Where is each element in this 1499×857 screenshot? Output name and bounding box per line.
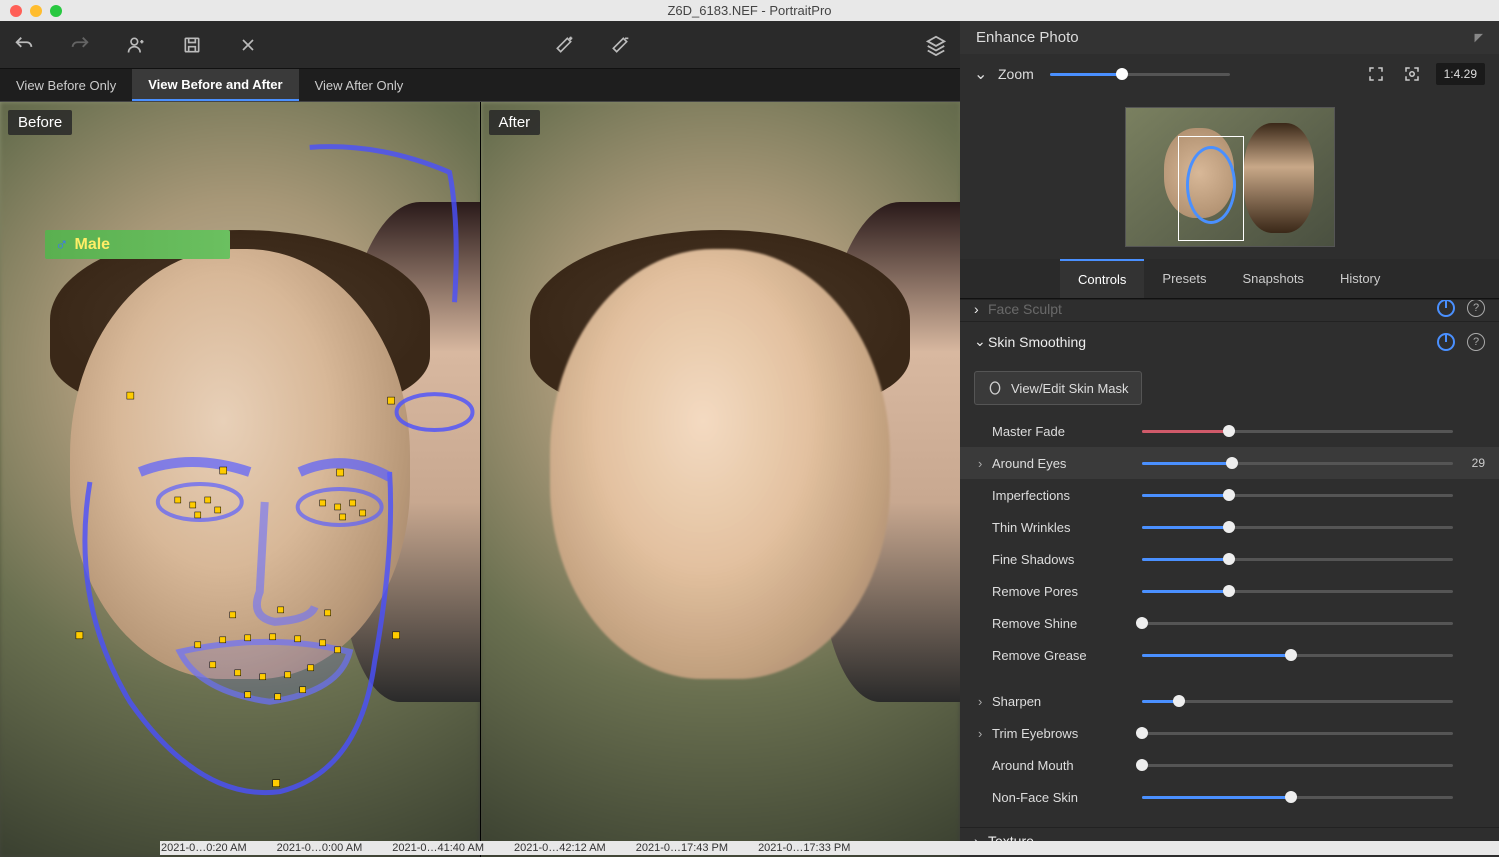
tab-snapshots[interactable]: Snapshots [1225, 259, 1322, 298]
slider-master-fade[interactable]: Master Fade [960, 415, 1499, 447]
section-skin-smoothing-label: Skin Smoothing [988, 334, 1086, 350]
section-face-sculpt[interactable]: › Face Sculpt ? [960, 299, 1499, 321]
power-icon[interactable] [1437, 299, 1455, 317]
save-icon[interactable] [180, 33, 204, 57]
person-icon[interactable] [124, 33, 148, 57]
slider-remove-pores[interactable]: Remove Pores [960, 575, 1499, 607]
tab-view-before-only[interactable]: View Before Only [0, 69, 132, 101]
navigator-face-oval [1186, 146, 1236, 224]
fit-screen-icon[interactable] [1364, 62, 1388, 86]
section-skin-smoothing[interactable]: ⌄ Skin Smoothing ? [960, 321, 1499, 361]
layers-icon[interactable] [924, 33, 948, 57]
undo-icon[interactable] [12, 33, 36, 57]
close-icon[interactable] [236, 33, 260, 57]
before-image[interactable]: Before ♂ Male [0, 102, 481, 857]
slider-trim-eyebrows[interactable]: ›Trim Eyebrows [960, 717, 1499, 749]
zoom-slider[interactable] [1050, 73, 1230, 76]
portrait-image-after [481, 102, 961, 857]
after-image[interactable]: After [481, 102, 961, 857]
panel-title: Enhance Photo [976, 29, 1079, 46]
chevron-down-icon[interactable]: ⌄ [974, 64, 988, 84]
slider-sharpen[interactable]: ›Sharpen [960, 685, 1499, 717]
zoom-ratio[interactable]: 1:4.29 [1436, 63, 1485, 85]
view-tabs: View Before Only View Before and After V… [0, 69, 960, 102]
section-face-sculpt-label: Face Sculpt [988, 301, 1062, 317]
redo-icon[interactable] [68, 33, 92, 57]
tab-history[interactable]: History [1322, 259, 1398, 298]
slider-non-face-skin[interactable]: Non-Face Skin [960, 781, 1499, 813]
window-controls [0, 5, 62, 17]
maximize-window[interactable] [50, 5, 62, 17]
tab-view-after-only[interactable]: View After Only [299, 69, 420, 101]
panel-tabs: Controls Presets Snapshots History [960, 259, 1499, 299]
slider-remove-shine[interactable]: Remove Shine [960, 607, 1499, 639]
after-label: After [489, 110, 541, 135]
minimize-window[interactable] [30, 5, 42, 17]
tab-controls[interactable]: Controls [1060, 259, 1144, 298]
controls-panel: Enhance Photo ◤ ⌄ Zoom 1:4.29 [960, 21, 1499, 857]
portrait-image [0, 102, 480, 857]
fit-face-icon[interactable] [1400, 62, 1424, 86]
help-icon[interactable]: ? [1467, 333, 1485, 351]
power-icon[interactable] [1437, 333, 1455, 351]
brush-add-icon[interactable] [552, 33, 576, 57]
panel-title-bar: Enhance Photo ◤ [960, 21, 1499, 54]
before-label: Before [8, 110, 72, 135]
slider-remove-grease[interactable]: Remove Grease [960, 639, 1499, 671]
titlebar: Z6D_6183.NEF - PortraitPro [0, 0, 1499, 21]
image-compare-pane: Before ♂ Male [0, 102, 960, 857]
dock-timestamps: 2021-0…0:20 AM 2021-0…0:00 AM 2021-0…41:… [160, 841, 1499, 855]
panel-expand-icon[interactable]: ◤ [1475, 31, 1483, 44]
controls-sections: › Face Sculpt ? ⌄ Skin Smoothing ? View/… [960, 299, 1499, 857]
close-window[interactable] [10, 5, 22, 17]
view-edit-skin-mask-button[interactable]: View/Edit Skin Mask [974, 371, 1142, 405]
tab-view-before-after[interactable]: View Before and After [132, 69, 298, 101]
navigator-thumbnail[interactable] [960, 94, 1499, 259]
slider-around-eyes[interactable]: ›Around Eyes 29 [960, 447, 1499, 479]
slider-around-mouth[interactable]: Around Mouth [960, 749, 1499, 781]
slider-fine-shadows[interactable]: Fine Shadows [960, 543, 1499, 575]
editor-area: View Before Only View Before and After V… [0, 21, 960, 857]
slider-imperfections[interactable]: Imperfections [960, 479, 1499, 511]
brush-remove-icon[interactable] [608, 33, 632, 57]
main-toolbar [0, 21, 960, 69]
window-title: Z6D_6183.NEF - PortraitPro [667, 3, 831, 18]
slider-thin-wrinkles[interactable]: Thin Wrinkles [960, 511, 1499, 543]
skin-mask-label: View/Edit Skin Mask [1011, 381, 1129, 396]
tab-presets[interactable]: Presets [1144, 259, 1224, 298]
zoom-row: ⌄ Zoom 1:4.29 [960, 54, 1499, 94]
help-icon[interactable]: ? [1467, 299, 1485, 317]
zoom-label: Zoom [998, 66, 1034, 82]
